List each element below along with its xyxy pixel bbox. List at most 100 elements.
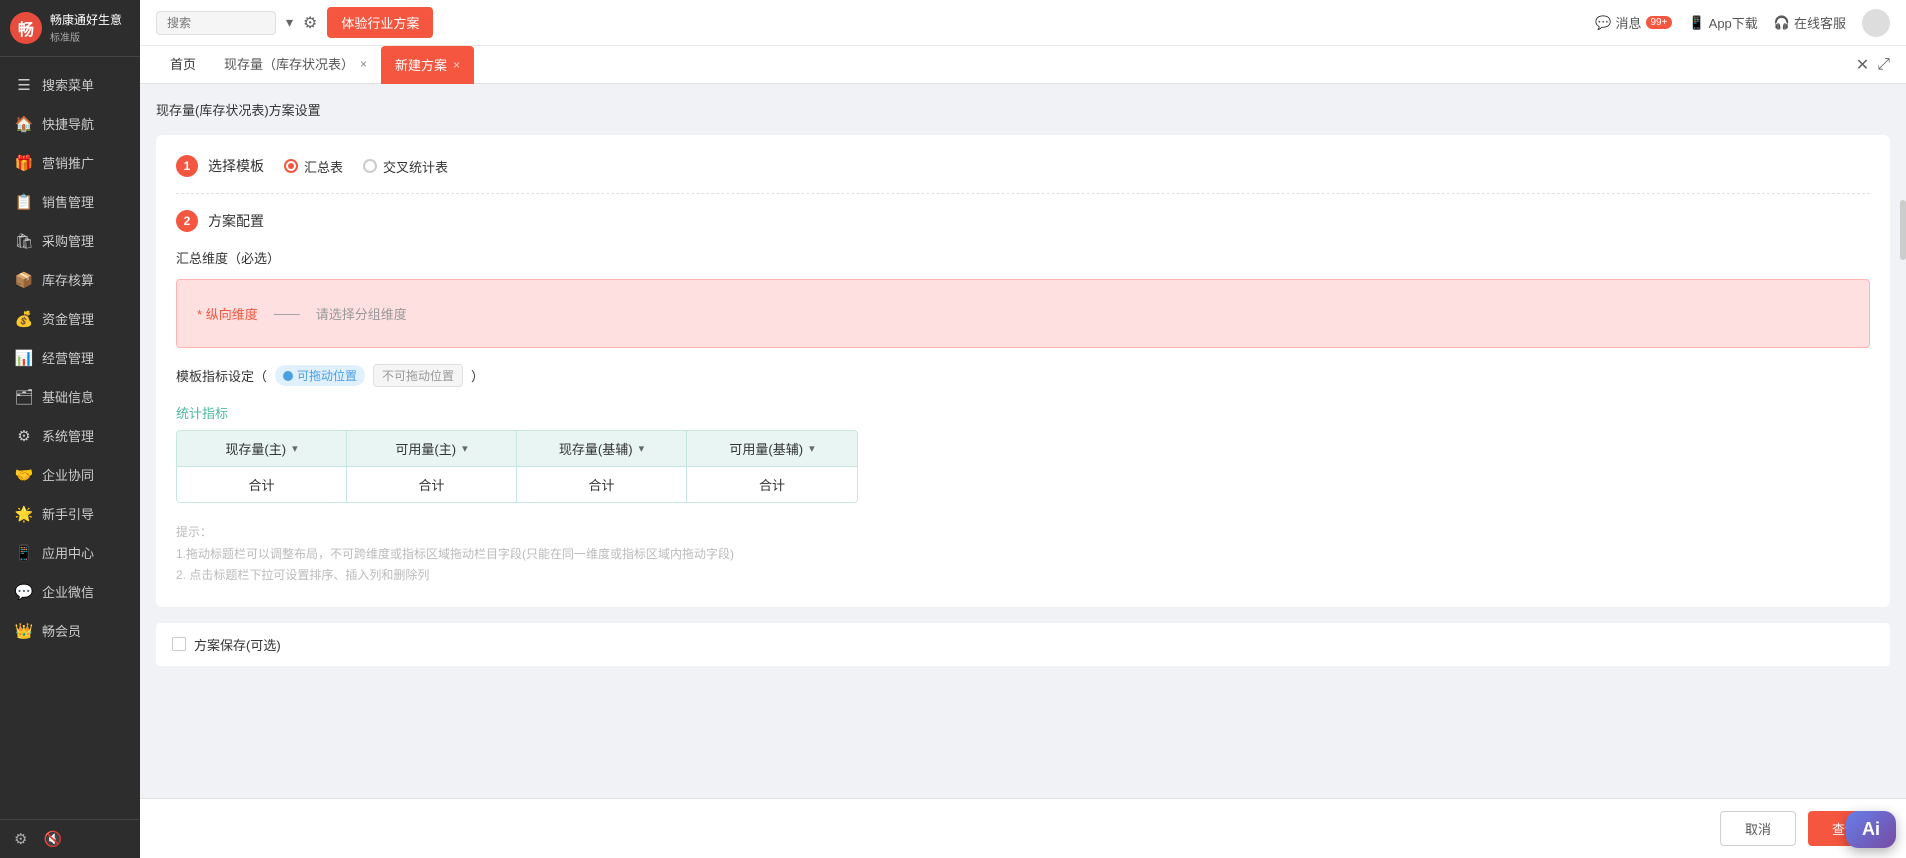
save-row: 方案保存(可选) bbox=[156, 623, 1890, 666]
trial-btn[interactable]: 体验行业方案 bbox=[327, 7, 433, 38]
tab-home[interactable]: 首页 bbox=[156, 46, 210, 84]
radio-group: 汇总表 交叉统计表 bbox=[284, 157, 448, 176]
chevron-down-icon-3: ▾ bbox=[809, 442, 815, 455]
stats-col-body-1: 合计 bbox=[347, 467, 517, 502]
cancel-button[interactable]: 取消 bbox=[1720, 811, 1796, 846]
sidebar-item-member[interactable]: 👑畅会员 bbox=[0, 611, 140, 650]
right-scrollbar[interactable] bbox=[1900, 200, 1906, 260]
nav-icon-purchase: 🛍 bbox=[14, 232, 34, 250]
main-card: 1 选择模板 汇总表 交叉统计表 2 方案配置 bbox=[156, 135, 1890, 607]
step1-badge: 1 bbox=[176, 155, 198, 177]
settings-icon[interactable]: ⚙ bbox=[14, 830, 27, 848]
stats-section-label: 统计指标 bbox=[176, 403, 1870, 422]
ai-float-button[interactable]: Ai bbox=[1846, 811, 1896, 848]
sidebar-item-quick-nav[interactable]: 🏠 快捷导航 bbox=[0, 104, 140, 143]
save-label: 方案保存(可选) bbox=[194, 635, 281, 654]
nav-label-app-center: 应用中心 bbox=[42, 543, 94, 562]
nav-label-sales: 销售管理 bbox=[42, 192, 94, 211]
search-input[interactable] bbox=[156, 11, 276, 35]
non-draggable-tag-label: 不可拖动位置 bbox=[382, 367, 454, 384]
step1-row: 1 选择模板 汇总表 交叉统计表 bbox=[176, 155, 1870, 177]
tip1: 1.拖动标题栏可以调整布局，不可跨维度或指标区域拖动栏目字段(只能在同一维度或指… bbox=[176, 544, 1870, 566]
app-download-item[interactable]: 📱 App下载 bbox=[1688, 13, 1757, 32]
indicator-label-end: ） bbox=[471, 366, 484, 385]
sidebar-item-search-menu[interactable]: ☰ 搜索菜单 bbox=[0, 65, 140, 104]
radio-cross-dot bbox=[363, 159, 377, 173]
tab-new-scheme[interactable]: 新建方案 × bbox=[381, 46, 474, 84]
nav-icon-marketing: 🎁 bbox=[14, 154, 34, 172]
tab-new-scheme-label: 新建方案 bbox=[395, 55, 447, 74]
nav-icon-basic-info: 🗂 bbox=[14, 388, 34, 406]
stats-col-header-0[interactable]: 现存量(主)▾ bbox=[177, 431, 347, 467]
sidebar-nav: ☰ 搜索菜单 🏠 快捷导航 🎁 营销推广 📋销售管理 🛍 采购管理 📦 库存核算 💰 资金管理 📊经营管理… bbox=[0, 57, 140, 819]
nav-icon-inventory: 📦 bbox=[14, 271, 34, 289]
stats-col-body-cell-2: 合计 bbox=[517, 467, 686, 502]
topbar-gear-icon[interactable]: ⚙ bbox=[303, 13, 317, 33]
tabs-expand-btn[interactable]: ⤢ bbox=[1877, 56, 1890, 74]
tabs-close-btn[interactable]: ✕ bbox=[1856, 55, 1869, 75]
sidebar-item-sales[interactable]: 📋销售管理 bbox=[0, 182, 140, 221]
sidebar-item-system[interactable]: ⚙系统管理 bbox=[0, 416, 140, 455]
step2-label: 方案配置 bbox=[208, 211, 264, 231]
radio-cross[interactable]: 交叉统计表 bbox=[363, 157, 448, 176]
sidebar-item-coop[interactable]: 🤝 企业协同 bbox=[0, 455, 140, 494]
tip2: 2. 点击标题栏下拉可设置排序、插入列和删除列 bbox=[176, 565, 1870, 587]
nav-label-inventory: 库存核算 bbox=[42, 270, 94, 289]
nav-icon-quick-nav: 🏠 bbox=[14, 115, 34, 133]
stats-col-header-2[interactable]: 现存量(基辅)▾ bbox=[517, 431, 687, 467]
nav-icon-coop: 🤝 bbox=[14, 466, 34, 484]
sidebar-item-operation[interactable]: 📊经营管理 bbox=[0, 338, 140, 377]
chevron-down-icon-1: ▾ bbox=[462, 442, 468, 455]
topbar-dropdown-btn[interactable]: ▾ bbox=[286, 14, 293, 31]
online-service-item[interactable]: 🎧 在线客服 bbox=[1774, 13, 1846, 32]
summary-dim-title: 汇总维度（必选） bbox=[176, 248, 1870, 267]
tab-inventory-status[interactable]: 现存量（库存状况表） × bbox=[210, 46, 381, 84]
page-title: 现存量(库存状况表)方案设置 bbox=[156, 100, 1890, 119]
user-avatar[interactable] bbox=[1862, 9, 1890, 37]
stats-col-header-cell-2[interactable]: 现存量(基辅)▾ bbox=[517, 431, 686, 467]
tab-inventory-close[interactable]: × bbox=[360, 57, 367, 71]
nav-label-search-menu: 搜索菜单 bbox=[42, 75, 94, 94]
sidebar-item-wechat[interactable]: 💬企业微信 bbox=[0, 572, 140, 611]
sidebar-logo: 畅 畅康通好生意 标准版 bbox=[0, 0, 140, 57]
tab-inventory-label: 现存量（库存状况表） bbox=[224, 54, 354, 73]
divider-1 bbox=[176, 193, 1870, 194]
sidebar-item-newbie[interactable]: 🌟新手引导 bbox=[0, 494, 140, 533]
sidebar-item-marketing[interactable]: 🎁 营销推广 bbox=[0, 143, 140, 182]
stats-col-header-1[interactable]: 可用量(主)▾ bbox=[347, 431, 517, 467]
sidebar-item-inventory[interactable]: 📦 库存核算 bbox=[0, 260, 140, 299]
nav-label-coop: 企业协同 bbox=[42, 465, 94, 484]
nav-icon-search-menu: ☰ bbox=[14, 76, 34, 94]
tab-new-scheme-close[interactable]: × bbox=[453, 58, 460, 72]
nav-label-finance: 资金管理 bbox=[42, 309, 94, 328]
stats-col-header-cell-0[interactable]: 现存量(主)▾ bbox=[177, 431, 346, 467]
radio-summary-label: 汇总表 bbox=[304, 157, 343, 176]
app-download-label: App下载 bbox=[1709, 13, 1758, 32]
tab-home-label: 首页 bbox=[170, 54, 196, 73]
draggable-tag[interactable]: 可拖动位置 bbox=[275, 365, 365, 386]
step2-badge: 2 bbox=[176, 210, 198, 232]
config-section: 汇总维度（必选） * 纵向维度 —— 请选择分组维度 模板指标设定（ bbox=[176, 248, 1870, 587]
sidebar-item-app-center[interactable]: 📱应用中心 bbox=[0, 533, 140, 572]
stats-col-body-0: 合计 bbox=[177, 467, 347, 502]
tip-prefix: 提示： bbox=[176, 522, 1870, 544]
stats-col-header-cell-1[interactable]: 可用量(主)▾ bbox=[347, 431, 516, 467]
dimension-area[interactable]: * 纵向维度 —— 请选择分组维度 bbox=[176, 279, 1870, 348]
sidebar-item-basic-info[interactable]: 🗂基础信息 bbox=[0, 377, 140, 416]
sound-icon[interactable]: 🔇 bbox=[43, 830, 62, 848]
radio-summary[interactable]: 汇总表 bbox=[284, 157, 343, 176]
sidebar-item-finance[interactable]: 💰 资金管理 bbox=[0, 299, 140, 338]
nav-icon-finance: 💰 bbox=[14, 310, 34, 328]
nav-label-quick-nav: 快捷导航 bbox=[42, 114, 94, 133]
messages-item[interactable]: 💬 消息 99+ bbox=[1595, 13, 1672, 32]
sidebar-item-purchase[interactable]: 🛍 采购管理 bbox=[0, 221, 140, 260]
dim-required-mark: * bbox=[197, 307, 202, 322]
save-checkbox[interactable] bbox=[172, 637, 186, 651]
stats-col-header-3[interactable]: 可用量(基辅)▾ bbox=[687, 431, 857, 467]
headset-icon: 🎧 bbox=[1774, 15, 1790, 31]
nav-label-purchase: 采购管理 bbox=[42, 231, 94, 250]
nav-icon-operation: 📊 bbox=[14, 349, 34, 367]
topbar-right: 💬 消息 99+ 📱 App下载 🎧 在线客服 bbox=[1595, 9, 1890, 37]
nav-label-marketing: 营销推广 bbox=[42, 153, 94, 172]
stats-col-header-cell-3[interactable]: 可用量(基辅)▾ bbox=[687, 431, 857, 467]
